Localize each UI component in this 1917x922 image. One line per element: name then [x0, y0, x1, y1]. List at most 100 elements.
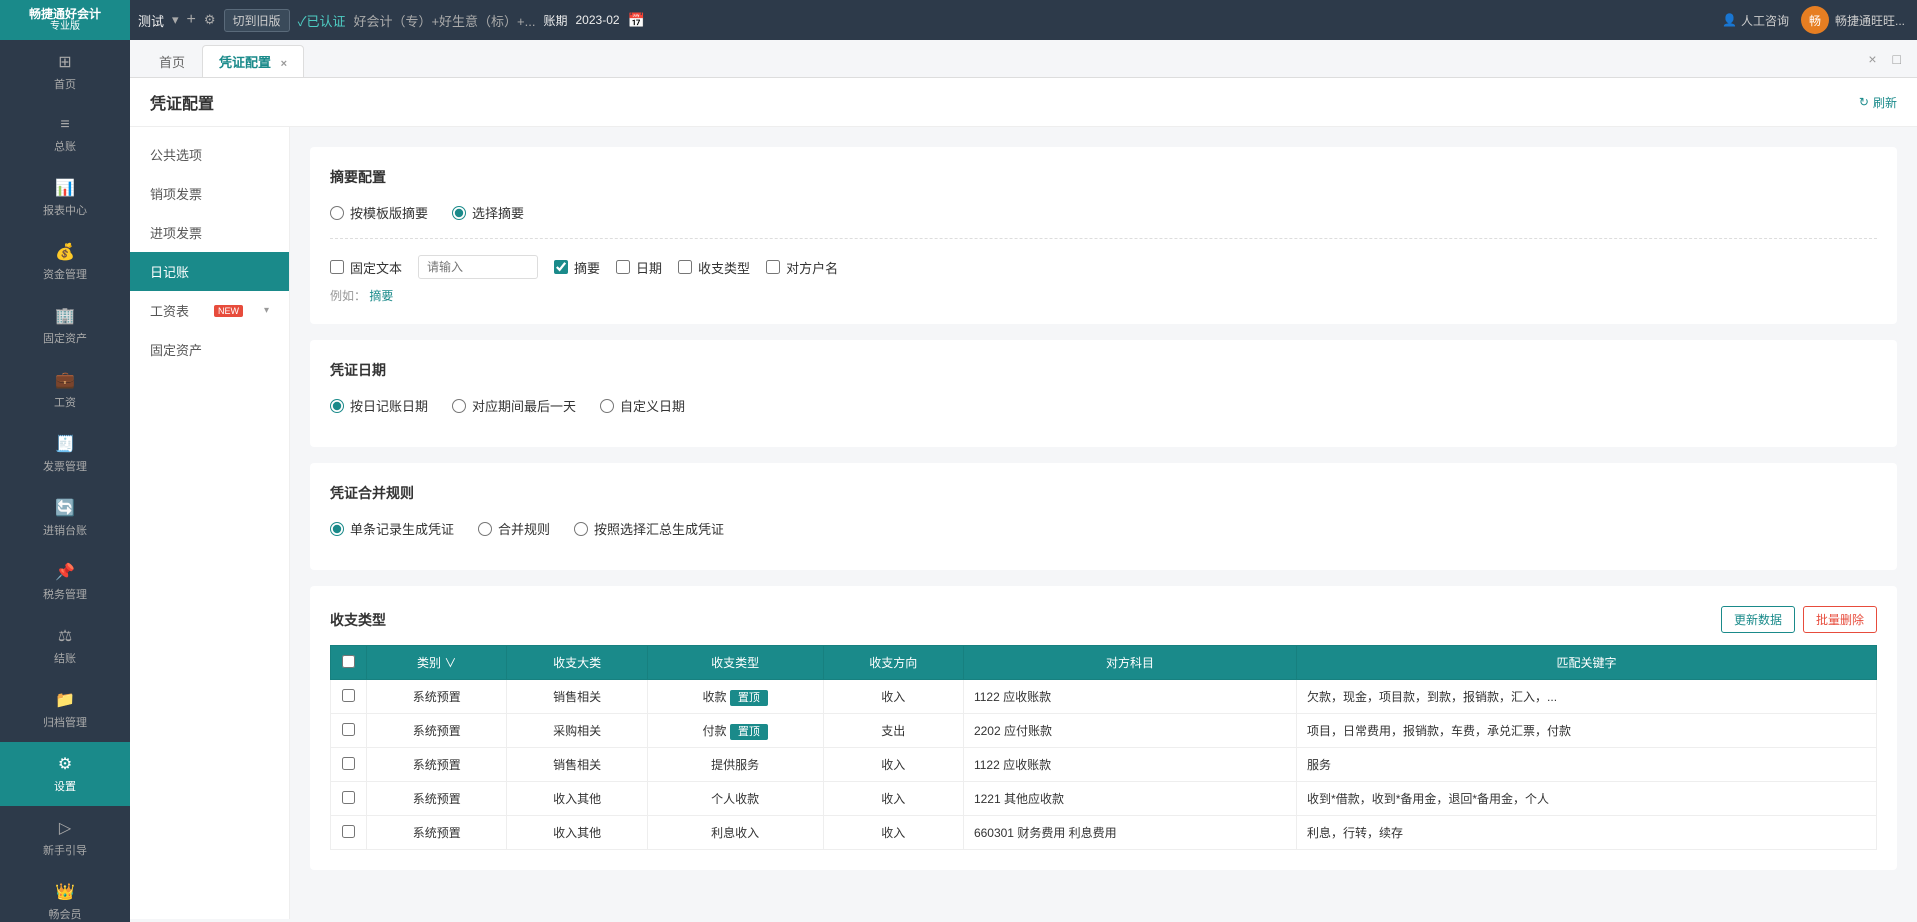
income-type-checkbox-input[interactable] — [678, 260, 692, 274]
fixed-text-input[interactable] — [418, 255, 538, 279]
row-main-type-3: 收入其他 — [507, 782, 647, 816]
switch-version-button[interactable]: 切到旧版 — [224, 9, 290, 32]
reset-badge-0[interactable]: 置顶 — [730, 690, 768, 706]
radio-single-record[interactable]: 单条记录生成凭证 — [330, 519, 454, 538]
row-checkbox-4[interactable] — [342, 825, 355, 838]
nav-item-public[interactable]: 公共选项 — [130, 135, 289, 174]
sidebar-label-salary: 工资 — [54, 394, 76, 410]
sidebar-label-invoice-mgmt: 发票管理 — [43, 458, 87, 474]
sidebar-item-settings[interactable]: ⚙ 设置 — [0, 742, 130, 806]
th-match-keyword: 匹配关键字 — [1297, 646, 1877, 680]
row-checkbox-cell[interactable] — [331, 748, 367, 782]
sidebar-item-reports[interactable]: 📊 报表中心 — [0, 166, 130, 230]
nav-label-fixed-assets-nav: 固定资产 — [150, 340, 202, 359]
sidebar-item-ledger[interactable]: ≡ 总账 — [0, 104, 130, 166]
fixed-text-checkbox-input[interactable] — [330, 260, 344, 274]
income-expense-title: 收支类型 — [330, 610, 386, 630]
row-type-3: 个人收款 — [647, 782, 823, 816]
sidebar-item-tax[interactable]: 📌 税务管理 — [0, 550, 130, 614]
tab-actions: × □ — [1864, 47, 1905, 71]
row-contra-account-2: 1122 应收账款 — [963, 748, 1296, 782]
row-checkbox-cell[interactable] — [331, 714, 367, 748]
row-checkbox-cell[interactable] — [331, 816, 367, 850]
checkbox-fixed-text[interactable]: 固定文本 — [330, 258, 402, 277]
service-label: 人工咨询 — [1741, 12, 1789, 29]
reset-badge-1[interactable]: 置顶 — [730, 724, 768, 740]
batch-delete-button[interactable]: 批量删除 — [1803, 606, 1877, 633]
radio-template-input[interactable] — [330, 206, 344, 220]
settings-icon[interactable]: ⚙ — [204, 12, 216, 28]
radio-custom-input[interactable] — [600, 399, 614, 413]
tab-home[interactable]: 首页 — [142, 45, 202, 77]
radio-by-journal-date[interactable]: 按日记账日期 — [330, 396, 428, 415]
sidebar-label-purchase-sales: 进销台账 — [43, 522, 87, 538]
row-match-keyword-1: 项目，日常费用，报销款，车费，承兑汇票，付款 — [1297, 714, 1877, 748]
add-button[interactable]: + — [187, 11, 196, 29]
sidebar-item-newbie[interactable]: ▷ 新手引导 — [0, 806, 130, 870]
row-type-2: 提供服务 — [647, 748, 823, 782]
refresh-button[interactable]: ↻ 刷新 — [1859, 94, 1897, 111]
row-checkbox-0[interactable] — [342, 689, 355, 702]
invoice-mgmt-icon: 🧾 — [55, 434, 75, 454]
close-all-button[interactable]: × — [1864, 47, 1880, 71]
row-checkbox-cell[interactable] — [331, 782, 367, 816]
calendar-icon[interactable]: 📅 — [628, 12, 645, 29]
example-value: 摘要 — [369, 289, 393, 303]
date-checkbox-input[interactable] — [616, 260, 630, 274]
nav-item-fixed-assets-nav[interactable]: 固定资产 — [130, 330, 289, 369]
checkbox-summary[interactable]: 摘要 — [554, 258, 600, 277]
sidebar-item-archive[interactable]: 📁 归档管理 — [0, 678, 130, 742]
radio-select-summary[interactable]: 选择摘要 — [452, 203, 524, 222]
summary-checkbox-input[interactable] — [554, 260, 568, 274]
sidebar-item-salary[interactable]: 💼 工资 — [0, 358, 130, 422]
update-data-button[interactable]: 更新数据 — [1721, 606, 1795, 633]
sidebar-item-home[interactable]: ⊞ 首页 — [0, 40, 130, 104]
checkbox-counterparty[interactable]: 对方户名 — [766, 258, 838, 277]
ledger-icon: ≡ — [60, 116, 69, 134]
sidebar-item-purchase-sales[interactable]: 🔄 进销台账 — [0, 486, 130, 550]
merge-rules-radio-group: 单条记录生成凭证 合并规则 按照选择汇总生成凭证 — [330, 519, 1877, 538]
table-row: 系统预置 销售相关 提供服务 收入 1122 应收账款 服务 — [331, 748, 1877, 782]
radio-select-input[interactable] — [452, 206, 466, 220]
radio-merge-input[interactable] — [478, 522, 492, 536]
sidebar-item-fixed-assets[interactable]: 🏢 固定资产 — [0, 294, 130, 358]
row-category-2: 系统预置 — [367, 748, 507, 782]
radio-by-selection[interactable]: 按照选择汇总生成凭证 — [574, 519, 724, 538]
nav-item-daily-ledger[interactable]: 日记账 — [130, 252, 289, 291]
table-body: 系统预置 销售相关 收款 置顶 收入 1122 应收账款 欠款，现金，项目款，到… — [331, 680, 1877, 850]
checkbox-income-type[interactable]: 收支类型 — [678, 258, 750, 277]
radio-single-input[interactable] — [330, 522, 344, 536]
summary-divider — [330, 238, 1877, 239]
nav-item-sales-invoice[interactable]: 销项发票 — [130, 174, 289, 213]
minimize-button[interactable]: □ — [1889, 47, 1905, 71]
sidebar-item-funds[interactable]: 💰 资金管理 — [0, 230, 130, 294]
row-checkbox-3[interactable] — [342, 791, 355, 804]
sidebar-item-member[interactable]: 👑 畅会员 — [0, 870, 130, 922]
checkbox-date[interactable]: 日期 — [616, 258, 662, 277]
radio-merge-rules[interactable]: 合并规则 — [478, 519, 550, 538]
radio-last-day[interactable]: 对应期间最后一天 — [452, 396, 576, 415]
tab-voucher-config[interactable]: 凭证配置 × — [202, 45, 304, 77]
th-checkbox[interactable] — [331, 646, 367, 680]
tab-close-icon[interactable]: × — [281, 58, 287, 70]
topbar-middle: 测试 ▾ + ⚙ 切到旧版 ✓已认证 好会计（专）+好生意（标）+... 账期 … — [138, 9, 1722, 32]
row-checkbox-2[interactable] — [342, 757, 355, 770]
select-all-checkbox[interactable] — [342, 655, 355, 668]
row-direction-4: 收入 — [823, 816, 963, 850]
sidebar-item-settlement[interactable]: ⚖ 结账 — [0, 614, 130, 678]
radio-selection-input[interactable] — [574, 522, 588, 536]
radio-template-summary[interactable]: 按模板版摘要 — [330, 203, 428, 222]
dropdown-arrow[interactable]: ▾ — [172, 12, 179, 28]
sidebar-item-invoice-mgmt[interactable]: 🧾 发票管理 — [0, 422, 130, 486]
service-button[interactable]: 👤 人工咨询 — [1722, 12, 1789, 29]
row-checkbox-cell[interactable] — [331, 680, 367, 714]
nav-item-purchase-invoice[interactable]: 进项发票 — [130, 213, 289, 252]
radio-last-day-input[interactable] — [452, 399, 466, 413]
counterparty-checkbox-input[interactable] — [766, 260, 780, 274]
nav-item-payroll[interactable]: 工资表 NEW ▾ — [130, 291, 289, 330]
row-match-keyword-0: 欠款，现金，项目款，到款，报销款，汇入，... — [1297, 680, 1877, 714]
radio-custom-date[interactable]: 自定义日期 — [600, 396, 685, 415]
row-checkbox-1[interactable] — [342, 723, 355, 736]
section-actions: 更新数据 批量删除 — [1721, 606, 1877, 633]
radio-journal-input[interactable] — [330, 399, 344, 413]
